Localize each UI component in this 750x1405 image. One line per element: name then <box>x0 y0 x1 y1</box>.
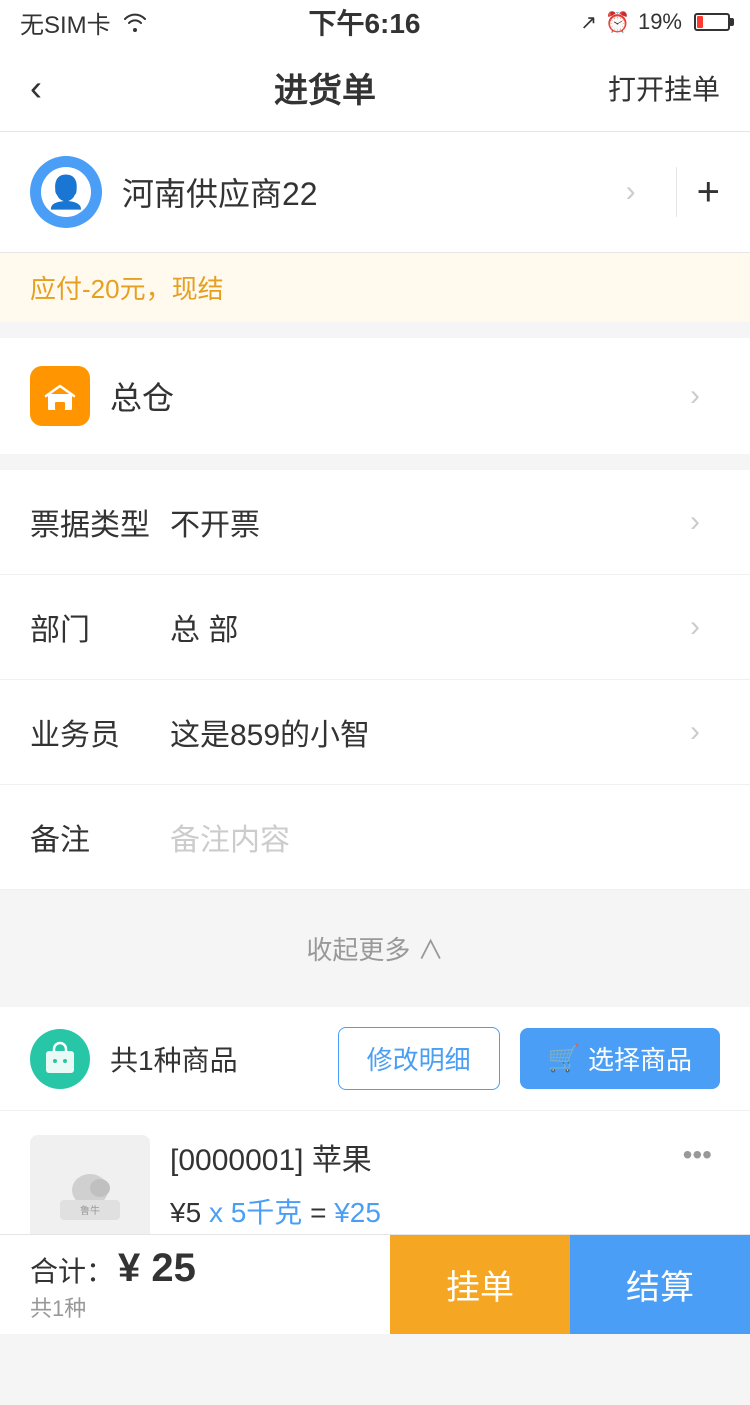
invoice-label: 票据类型 <box>30 500 170 544</box>
cart-icon: 🛒 <box>548 1043 580 1074</box>
product-price: ¥5 x 5千克 = ¥25 <box>170 1191 655 1231</box>
dept-row[interactable]: 部门 总 部 › <box>0 575 750 680</box>
product-name: [0000001] 苹果 <box>170 1135 655 1179</box>
remark-row[interactable]: 备注 备注内容 <box>0 785 750 890</box>
wifi-icon <box>121 12 149 32</box>
carrier-text: 无SIM卡 <box>20 5 111 40</box>
total-amount: ¥ 25 <box>118 1246 196 1291</box>
remark-label: 备注 <box>30 815 170 859</box>
total-section: 合计： ¥ 25 共1种 <box>0 1235 390 1334</box>
warehouse-chevron-icon: › <box>690 379 700 413</box>
supplier-name: 河南供应商22 <box>122 169 626 215</box>
product-icon <box>30 1029 90 1089</box>
invoice-row[interactable]: 票据类型 不开票 › <box>0 470 750 575</box>
remark-placeholder[interactable]: 备注内容 <box>170 815 720 859</box>
status-left: 无SIM卡 <box>20 5 149 40</box>
form-section: 票据类型 不开票 › 部门 总 部 › 业务员 这是859的小智 › 备注 备注… <box>0 470 750 890</box>
alarm-icon: ⏰ <box>605 10 630 35</box>
product-more-button[interactable]: ••• <box>675 1135 720 1175</box>
settle-button[interactable]: 结算 <box>570 1235 750 1334</box>
supplier-alert: 应付-20元，现结 <box>0 253 750 322</box>
battery-text: 19% <box>638 9 682 35</box>
dept-value: 总 部 <box>170 605 690 649</box>
collapse-row[interactable]: 收起更多 ∧ <box>0 906 750 991</box>
bottom-bar: 合计： ¥ 25 共1种 挂单 结算 <box>0 1234 750 1334</box>
svg-text:鲁牛: 鲁牛 <box>80 1204 100 1217</box>
nav-bar: ‹ 进货单 打开挂单 <box>0 44 750 132</box>
dept-chevron-icon: › <box>690 610 700 644</box>
supplier-row[interactable]: 👤 河南供应商22 › + <box>0 132 750 253</box>
edit-detail-button[interactable]: 修改明细 <box>338 1027 500 1090</box>
page-title: 进货单 <box>274 63 376 112</box>
person-icon: 👤 <box>46 173 86 211</box>
divider <box>676 167 677 217</box>
add-button[interactable]: + <box>697 170 720 215</box>
product-header: 共1种商品 修改明细 🛒 选择商品 <box>0 1007 750 1111</box>
salesperson-chevron-icon: › <box>690 715 700 749</box>
warehouse-name: 总仓 <box>110 373 690 419</box>
supplier-section: 👤 河南供应商22 › + 应付-20元，现结 <box>0 132 750 322</box>
total-count: 共1种 <box>30 1291 360 1323</box>
status-bar: 无SIM卡 下午6:16 ↗ ⏰ 19% <box>0 0 750 44</box>
total-label: 合计： <box>30 1250 114 1290</box>
hang-button[interactable]: 挂单 <box>390 1235 570 1334</box>
collapse-label: 收起更多 ∧ <box>306 930 443 967</box>
product-info: [0000001] 苹果 ¥5 x 5千克 = ¥25 <box>170 1135 655 1231</box>
warehouse-section: 总仓 › <box>0 338 750 454</box>
salesperson-value: 这是859的小智 <box>170 710 690 754</box>
supplier-avatar: 👤 <box>30 156 102 228</box>
salesperson-label: 业务员 <box>30 710 170 754</box>
invoice-value: 不开票 <box>170 500 690 544</box>
chevron-right-icon: › <box>626 175 636 209</box>
warehouse-row[interactable]: 总仓 › <box>0 338 750 454</box>
status-right: ↗ ⏰ 19% <box>580 9 730 35</box>
select-product-button[interactable]: 🛒 选择商品 <box>520 1028 720 1089</box>
status-time: 下午6:16 <box>308 2 420 42</box>
open-hang-button[interactable]: 打开挂单 <box>608 68 720 108</box>
back-button[interactable]: ‹ <box>30 67 42 109</box>
salesperson-row[interactable]: 业务员 这是859的小智 › <box>0 680 750 785</box>
invoice-chevron-icon: › <box>690 505 700 539</box>
product-count: 共1种商品 <box>110 1039 318 1079</box>
main-content: 👤 河南供应商22 › + 应付-20元，现结 总仓 › 票据 <box>0 132 750 1405</box>
warehouse-icon <box>30 366 90 426</box>
location-icon: ↗ <box>580 10 597 35</box>
dept-label: 部门 <box>30 605 170 649</box>
battery-icon <box>694 13 730 31</box>
